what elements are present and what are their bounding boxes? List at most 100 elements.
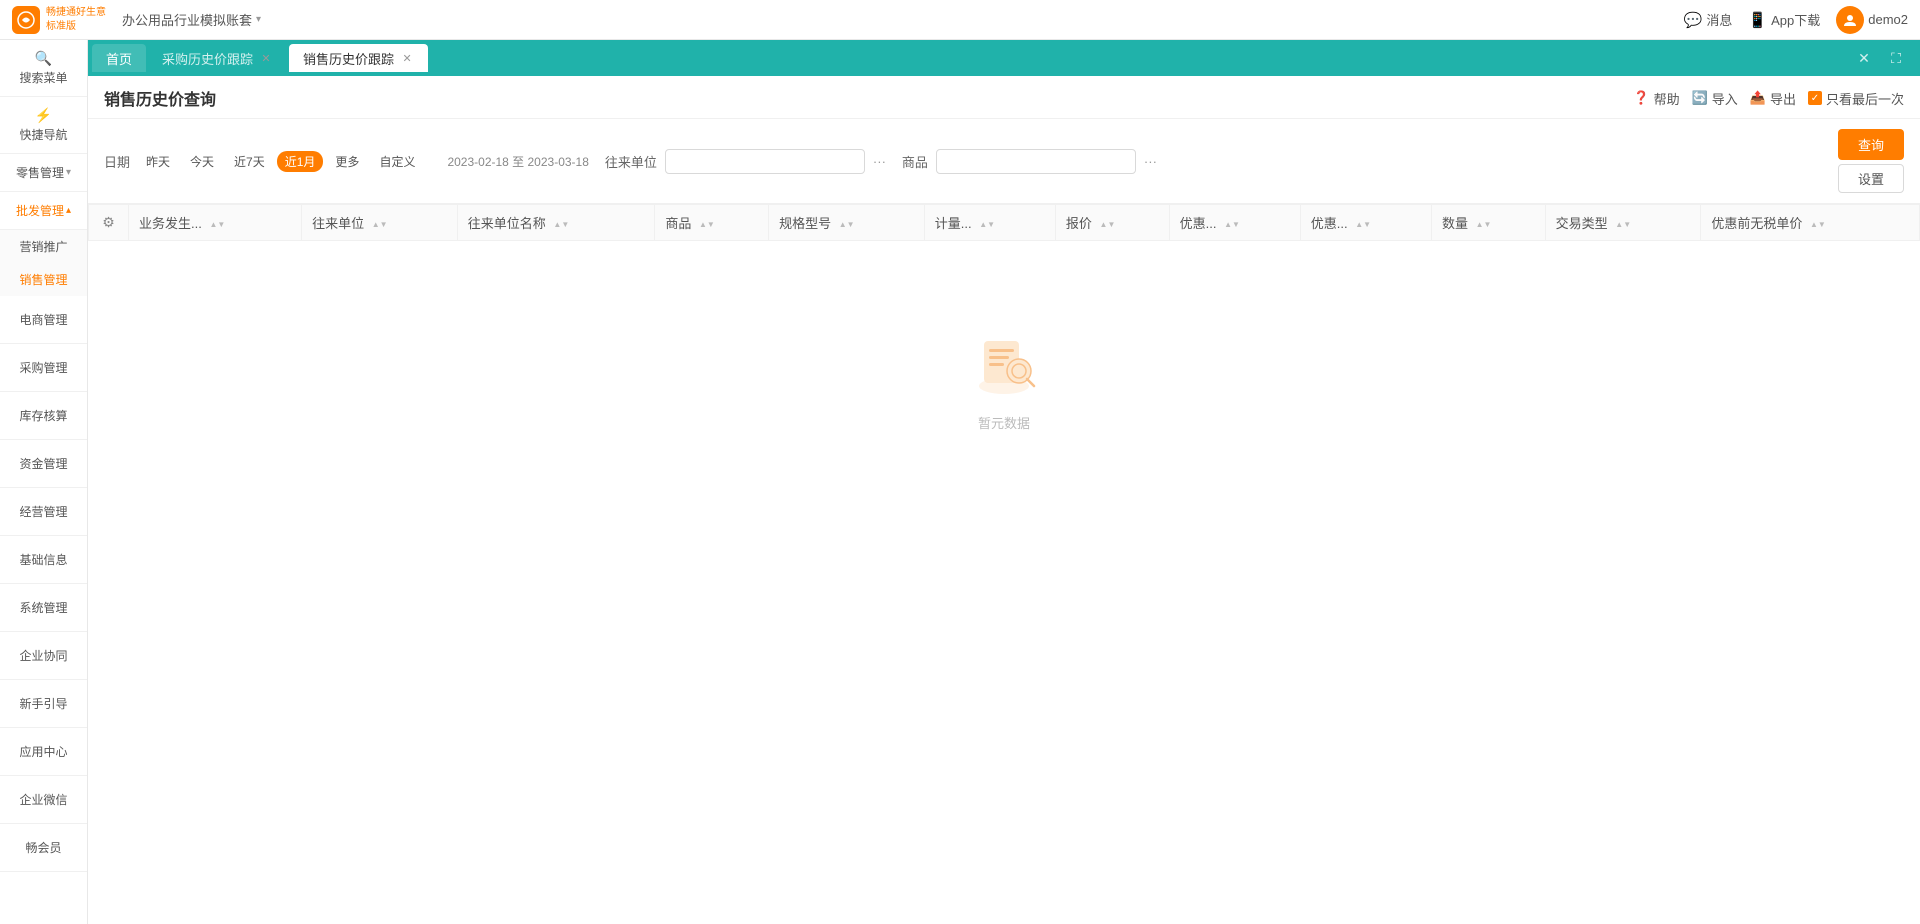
product-filter-group: 商品 ··· [902,149,1157,174]
sidebar-item-app-center[interactable]: 应用中心 [0,728,87,776]
sidebar-item-marketing[interactable]: 营销推广 [0,230,87,263]
tab-purchase-history-close[interactable]: ✕ [259,51,273,65]
tab-purchase-history[interactable]: 采购历史价跟踪 ✕ [148,44,287,72]
import-icon: 🔄 [1692,90,1708,106]
sort-icon-qty[interactable]: ▲▼ [1476,220,1492,229]
partner-filter-group: 往来单位 ··· [605,149,886,174]
date-option-custom[interactable]: 自定义 [371,151,423,172]
partner-label: 往来单位 [605,152,657,171]
tab-home[interactable]: 首页 [92,44,146,72]
only-last-checkbox[interactable]: ✓ 只看最后一次 [1808,89,1904,108]
sidebar-item-operations[interactable]: 经营管理 [0,488,87,536]
sidebar-label-quick-nav: 快捷导航 [19,126,67,143]
sort-icon-spec[interactable]: ▲▼ [839,220,855,229]
sort-icon-product[interactable]: ▲▼ [699,220,715,229]
query-button[interactable]: 查询 [1838,129,1904,160]
tab-sales-history-close[interactable]: ✕ [400,51,414,65]
col-partner-label: 往来单位 [312,216,364,231]
date-option-7days[interactable]: 近7天 [226,151,273,172]
page-header: 销售历史价查询 ❓ 帮助 🔄 导入 📤 导出 ✓ [88,76,1920,119]
gear-icon[interactable]: ⚙ [102,214,115,230]
sort-icon-price[interactable]: ▲▼ [1100,220,1116,229]
content-area: 首页 采购历史价跟踪 ✕ 销售历史价跟踪 ✕ ✕ ⛶ 销售历史价查询 [88,40,1920,924]
col-discount2-label: 优惠... [1311,216,1348,231]
sidebar-item-base-info[interactable]: 基础信息 [0,536,87,584]
app-download-action[interactable]: 📱 App下载 [1748,10,1820,29]
sort-icon-partner[interactable]: ▲▼ [372,220,388,229]
table-col-price: 报价 ▲▼ [1055,205,1169,241]
partner-input[interactable] [665,149,865,174]
sidebar-item-guide[interactable]: 新手引导 [0,680,87,728]
sidebar-item-inventory[interactable]: 库存核算 [0,392,87,440]
sidebar-item-ecommerce[interactable]: 电商管理 [0,296,87,344]
col-trade-type-label: 交易类型 [1556,216,1608,231]
product-dots[interactable]: ··· [1144,154,1157,169]
table-col-discount2: 优惠... ▲▼ [1300,205,1431,241]
table-col-settings: ⚙ [89,205,129,241]
sort-icon-partner-name[interactable]: ▲▼ [553,220,569,229]
help-action[interactable]: ❓ 帮助 [1633,89,1679,108]
header-right: 💬 消息 📱 App下载 demo2 [1684,6,1908,34]
checkbox-label: 只看最后一次 [1826,89,1904,108]
sidebar-item-wechat-work[interactable]: 企业微信 [0,776,87,824]
sidebar-item-sales-mgmt[interactable]: 销售管理 [0,263,87,296]
tab-home-label: 首页 [106,49,132,68]
table-col-discount1: 优惠... ▲▼ [1169,205,1300,241]
app-download-label: App下载 [1771,10,1820,29]
logo-area: 畅捷通好生意 标准版 [12,6,106,34]
empty-state: 暂元数据 [88,241,1920,512]
sidebar-item-member[interactable]: 畅会员 [0,824,87,872]
sort-icon-biz-date[interactable]: ▲▼ [209,220,225,229]
maximize-btn[interactable]: ⛶ [1884,46,1908,70]
sidebar-item-wholesale-mgmt[interactable]: 批发管理 ▴ [0,192,87,230]
sidebar: 🔍 搜索菜单 ⚡ 快捷导航 零售管理 ▾ 批发管理 ▴ 营销推广 销售管理 电商… [0,40,88,924]
sidebar-item-search-menu[interactable]: 🔍 搜索菜单 [0,40,87,97]
header-row: ⚙ 业务发生... ▲▼ 往来单位 ▲▼ 往来单位名称 [89,205,1920,241]
close-tab-btn[interactable]: ✕ [1852,46,1876,70]
table-container: ⚙ 业务发生... ▲▼ 往来单位 ▲▼ 往来单位名称 [88,204,1920,924]
import-action[interactable]: 🔄 导入 [1692,89,1738,108]
sort-icon-pre-discount-price[interactable]: ▲▼ [1810,220,1826,229]
date-option-more[interactable]: 更多 [327,151,367,172]
sidebar-item-finance[interactable]: 资金管理 [0,440,87,488]
product-label: 商品 [902,152,928,171]
sort-icon-trade-type[interactable]: ▲▼ [1615,220,1631,229]
export-action[interactable]: 📤 导出 [1750,89,1796,108]
sidebar-label-base-info: 基础信息 [19,551,67,568]
sidebar-label-retail-mgmt: 零售管理 [16,164,64,181]
header-left: 畅捷通好生意 标准版 办公用品行业模拟账套 ▾ [12,6,269,34]
sidebar-label-operations: 经营管理 [19,503,67,520]
partner-dots[interactable]: ··· [873,154,886,169]
data-table: ⚙ 业务发生... ▲▼ 往来单位 ▲▼ 往来单位名称 [88,204,1920,241]
sidebar-item-sys-mgmt[interactable]: 系统管理 [0,584,87,632]
search-menu-icon: 🔍 [35,50,52,67]
date-option-yesterday[interactable]: 昨天 [138,151,178,172]
chevron-up-icon-wholesale: ▴ [66,205,71,216]
sort-icon-discount1[interactable]: ▲▼ [1224,220,1240,229]
page-title: 销售历史价查询 [104,86,216,110]
table-col-spec: 规格型号 ▲▼ [769,205,925,241]
date-option-today[interactable]: 今天 [182,151,222,172]
empty-state-icon [964,321,1044,401]
sidebar-label-member: 畅会员 [25,839,61,856]
username-label: demo2 [1868,12,1908,27]
tab-bar: 首页 采购历史价跟踪 ✕ 销售历史价跟踪 ✕ ✕ ⛶ [88,40,1920,76]
settings-button[interactable]: 设置 [1838,164,1904,193]
sidebar-item-purchase[interactable]: 采购管理 [0,344,87,392]
tab-sales-history[interactable]: 销售历史价跟踪 ✕ [289,44,428,72]
user-action[interactable]: demo2 [1836,6,1908,34]
sidebar-item-retail-mgmt[interactable]: 零售管理 ▾ [0,154,87,192]
table-col-qty: 数量 ▲▼ [1431,205,1545,241]
product-input[interactable] [936,149,1136,174]
sort-icon-unit[interactable]: ▲▼ [979,220,995,229]
col-biz-date-label: 业务发生... [139,216,202,231]
sidebar-item-quick-nav[interactable]: ⚡ 快捷导航 [0,97,87,154]
app-selector[interactable]: 办公用品行业模拟账套 ▾ [114,6,269,33]
chevron-down-icon-retail: ▾ [66,167,71,178]
date-option-1month[interactable]: 近1月 [277,151,324,172]
message-action[interactable]: 💬 消息 [1684,10,1733,29]
col-product-label: 商品 [665,216,691,231]
col-unit-label: 计量... [935,216,972,231]
sidebar-item-collab[interactable]: 企业协同 [0,632,87,680]
sort-icon-discount2[interactable]: ▲▼ [1355,220,1371,229]
